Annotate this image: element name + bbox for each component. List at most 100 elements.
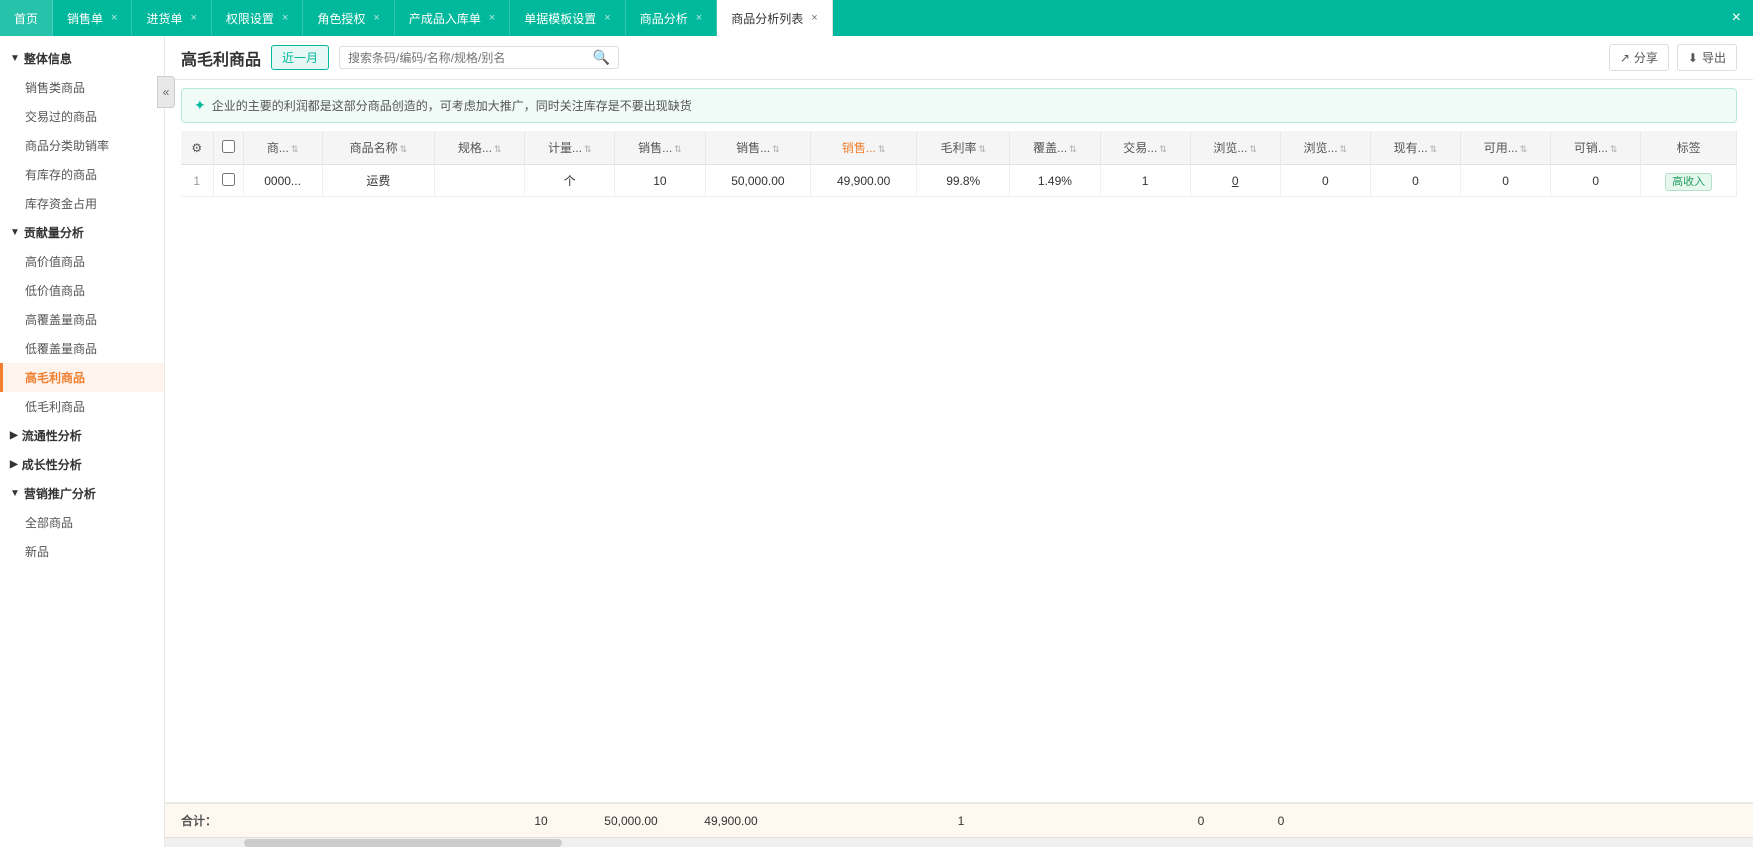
tab-template[interactable]: 单据模板设置 × [510,0,625,36]
footer-current: 0 [1161,814,1241,828]
cell-browse1[interactable]: 0 [1190,165,1280,197]
top-nav: 首页 销售单 × 进货单 × 权限设置 × 角色授权 × 产成品入库单 × 单据… [0,0,1753,36]
info-icon: ✦ [194,97,206,114]
sidebar-item-in-stock[interactable]: 有库存的商品 [0,160,164,189]
table-container: ⚙ 商...⇅ 商品名称⇅ 规格...⇅ 计量...⇅ 销售...⇅ 销售...… [165,131,1753,802]
close-tab-roles[interactable]: × [373,12,379,24]
close-tab-template[interactable]: × [604,12,610,24]
col-spec[interactable]: 规格...⇅ [435,131,525,165]
sidebar-item-category-rate[interactable]: 商品分类助销率 [0,131,164,160]
close-tab-goods-analysis-list[interactable]: × [811,12,817,24]
tab-products-instock[interactable]: 产成品入库单 × [395,0,510,36]
cell-sale-amt: 50,000.00 [705,165,811,197]
data-table: ⚙ 商...⇅ 商品名称⇅ 规格...⇅ 计量...⇅ 销售...⇅ 销售...… [181,131,1737,197]
tag-badge: 高收入 [1665,173,1712,191]
col-unit[interactable]: 计量...⇅ [525,131,615,165]
tab-goods-analysis-list[interactable]: 商品分析列表 × [717,0,832,36]
cell-checkbox[interactable] [213,165,243,197]
col-settings[interactable]: ⚙ [181,131,213,165]
sidebar-item-high-value[interactable]: 高价值商品 [0,247,164,276]
cell-available: 0 [1461,165,1551,197]
sidebar-group-flow[interactable]: ▶ 流通性分析 [0,421,164,450]
export-button[interactable]: ⬇ 导出 [1677,44,1737,71]
tab-purchase[interactable]: 进货单 × [132,0,211,36]
content-area: 高毛利商品 近一月 🔍 ↗ 分享 ⬇ 导出 ✦ 企业的主要的利润都是这部分商品创… [165,36,1753,847]
footer-sale-amt: 50,000.00 [581,814,681,828]
cell-saleable: 0 [1551,165,1641,197]
cell-name: 运费 [322,165,434,197]
close-all-tabs[interactable]: × [1720,9,1753,27]
sidebar-group-marketing[interactable]: ▼ 营销推广分析 [0,479,164,508]
close-tab-permissions[interactable]: × [282,12,288,24]
share-button[interactable]: ↗ 分享 [1609,44,1669,71]
select-all-checkbox[interactable] [222,140,235,153]
sidebar-item-high-coverage[interactable]: 高覆盖量商品 [0,305,164,334]
col-available[interactable]: 可用...⇅ [1461,131,1551,165]
col-name[interactable]: 商品名称⇅ [322,131,434,165]
sidebar-item-high-margin[interactable]: 高毛利商品 [0,363,164,392]
col-coverage[interactable]: 覆盖...⇅ [1010,131,1100,165]
sidebar: ▼ 整体信息 销售类商品 交易过的商品 商品分类助销率 有库存的商品 库存资金占… [0,36,165,847]
arrow-marketing: ▼ [10,488,20,499]
sidebar-item-low-coverage[interactable]: 低覆盖量商品 [0,334,164,363]
sidebar-item-low-value[interactable]: 低价值商品 [0,276,164,305]
export-icon: ⬇ [1688,51,1698,65]
col-code[interactable]: 商...⇅ [243,131,322,165]
close-tab-purchase[interactable]: × [190,12,196,24]
tab-goods-analysis[interactable]: 商品分析 × [626,0,717,36]
col-sale-amt2[interactable]: 销售...⇅ [811,131,917,165]
col-saleable[interactable]: 可销...⇅ [1551,131,1641,165]
col-checkbox[interactable] [213,131,243,165]
col-current[interactable]: 现有...⇅ [1370,131,1460,165]
search-wrapper: 🔍 [339,46,619,69]
arrow-growth: ▶ [10,459,18,470]
sidebar-collapse-btn[interactable]: « [157,76,175,108]
row-checkbox[interactable] [222,173,235,186]
share-icon: ↗ [1620,51,1630,65]
time-filter-month[interactable]: 近一月 [271,45,329,70]
table-footer: 合计： 10 50,000.00 49,900.00 1 0 0 [165,802,1753,837]
scrollbar-thumb[interactable] [244,839,562,847]
col-sale-qty[interactable]: 销售...⇅ [615,131,705,165]
search-icon[interactable]: 🔍 [593,49,610,66]
col-browse2[interactable]: 浏览...⇅ [1280,131,1370,165]
sidebar-item-traded-goods[interactable]: 交易过的商品 [0,102,164,131]
cell-current: 0 [1370,165,1460,197]
tab-permissions[interactable]: 权限设置 × [212,0,303,36]
arrow-contribution: ▼ [10,227,20,238]
sidebar-group-growth[interactable]: ▶ 成长性分析 [0,450,164,479]
cell-gross-rate: 99.8% [917,165,1010,197]
bottom-scrollbar[interactable] [165,837,1753,847]
tab-home[interactable]: 首页 [0,0,53,36]
sidebar-group-overview[interactable]: ▼ 整体信息 [0,44,164,73]
close-tab-sales[interactable]: × [111,12,117,24]
footer-available: 0 [1241,814,1321,828]
arrow-overview: ▼ [10,53,20,64]
sidebar-item-all-goods[interactable]: 全部商品 [0,508,164,537]
sidebar-item-stock-capital[interactable]: 库存资金占用 [0,189,164,218]
content-header: 高毛利商品 近一月 🔍 ↗ 分享 ⬇ 导出 [165,36,1753,80]
tab-sales[interactable]: 销售单 × [53,0,132,36]
cell-code: 0000... [243,165,322,197]
col-browse1[interactable]: 浏览...⇅ [1190,131,1280,165]
col-trade[interactable]: 交易...⇅ [1100,131,1190,165]
arrow-flow: ▶ [10,430,18,441]
sidebar-item-new-goods[interactable]: 新品 [0,537,164,566]
sidebar-group-contribution[interactable]: ▼ 贡献量分析 [0,218,164,247]
close-tab-products-instock[interactable]: × [489,12,495,24]
footer-cells: 10 50,000.00 49,900.00 1 0 0 [241,814,1737,828]
cell-sale-qty: 10 [615,165,705,197]
sidebar-wrapper: ▼ 整体信息 销售类商品 交易过的商品 商品分类助销率 有库存的商品 库存资金占… [0,36,165,847]
search-input[interactable] [348,51,589,65]
tab-roles[interactable]: 角色授权 × [303,0,394,36]
col-tag[interactable]: 标签 [1641,131,1737,165]
sidebar-item-low-margin[interactable]: 低毛利商品 [0,392,164,421]
cell-coverage: 1.49% [1010,165,1100,197]
col-sale-amt[interactable]: 销售...⇅ [705,131,811,165]
col-gross-rate[interactable]: 毛利率⇅ [917,131,1010,165]
sidebar-item-sales-goods[interactable]: 销售类商品 [0,73,164,102]
close-tab-goods-analysis[interactable]: × [696,12,702,24]
main-layout: ▼ 整体信息 销售类商品 交易过的商品 商品分类助销率 有库存的商品 库存资金占… [0,36,1753,847]
cell-tag: 高收入 [1641,165,1737,197]
cell-sale-amt2: 49,900.00 [811,165,917,197]
